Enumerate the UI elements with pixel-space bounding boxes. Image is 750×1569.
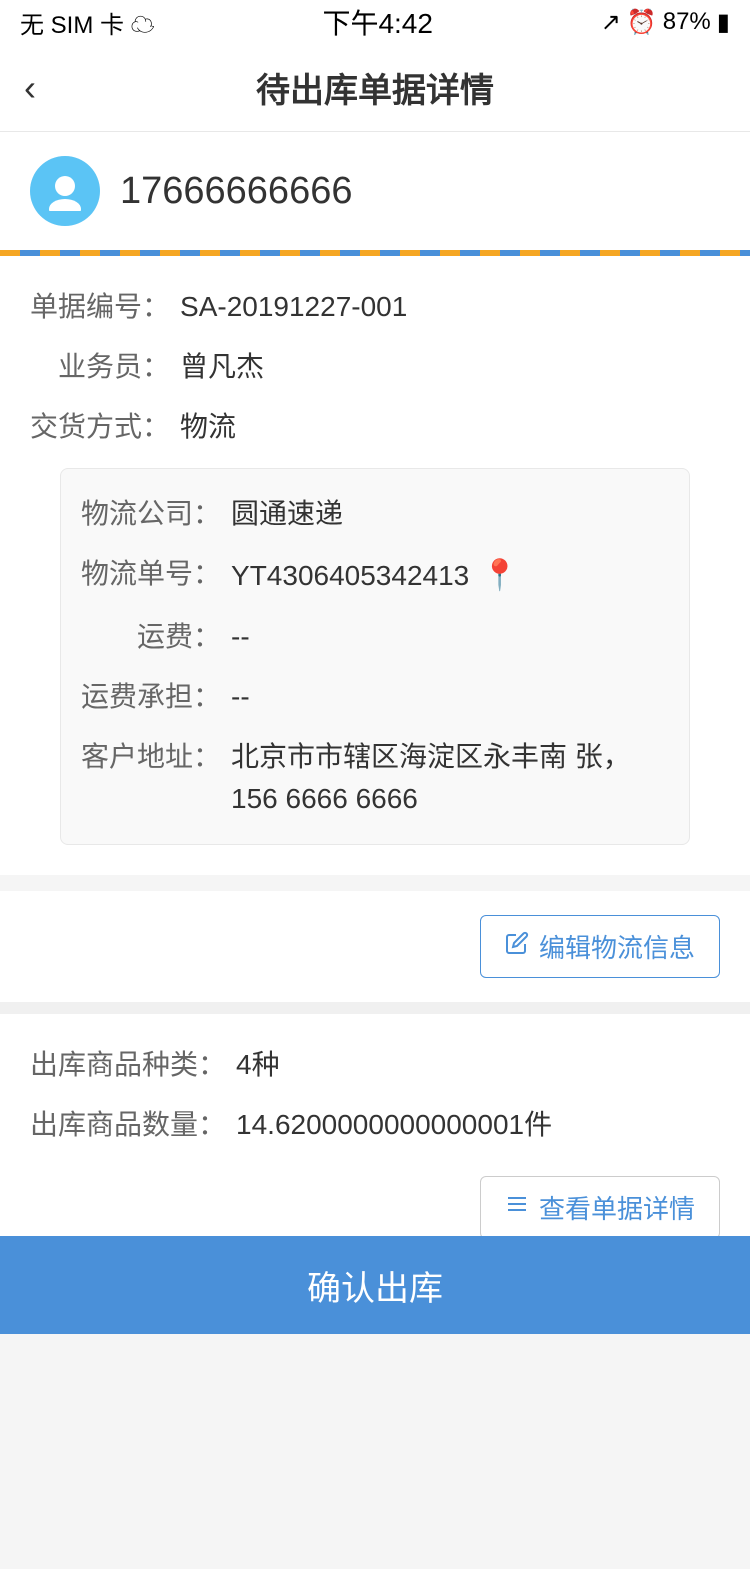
confirm-bar[interactable]: 确认出库 — [0, 1236, 750, 1334]
back-button[interactable]: ‹ — [24, 67, 36, 109]
goods-quantity-row: 出库商品数量： 14.62000000000000​01件 — [30, 1104, 720, 1146]
goods-quantity-label: 出库商品数量： — [30, 1104, 226, 1146]
user-phone: 17666666666 — [120, 170, 352, 213]
avatar-icon — [45, 171, 85, 211]
order-no-value: SA-20191227-001 — [180, 286, 720, 328]
edit-icon — [505, 931, 529, 962]
goods-type-value: 4种 — [236, 1044, 720, 1086]
order-no-label: 单据编号： — [30, 286, 170, 328]
goods-type-label: 出库商品种类： — [30, 1044, 226, 1086]
order-no-row: 单据编号： SA-20191227-001 — [30, 286, 720, 328]
logistics-card: 物流公司： 圆通速递 物流单号： YT43064053424​13 📍 运费： … — [60, 468, 690, 845]
avatar — [30, 156, 100, 226]
order-info-section: 单据编号： SA-20191227-001 业务员： 曾凡杰 交货方式： 物流 … — [0, 256, 750, 875]
view-details-label: 查看单据详情 — [539, 1189, 695, 1226]
salesman-value: 曾凡杰 — [180, 346, 720, 388]
freight-value: -- — [231, 616, 669, 658]
freight-label: 运费： — [81, 616, 221, 658]
freight-bear-label: 运费承担： — [81, 676, 221, 718]
delivery-row: 交货方式： 物流 — [30, 406, 720, 448]
user-header: 17666666666 — [0, 132, 750, 250]
delivery-label: 交货方式： — [30, 406, 170, 448]
edit-logistics-area: 编辑物流信息 — [0, 891, 750, 1002]
view-details-button[interactable]: 查看单据详情 — [480, 1176, 720, 1239]
list-icon — [505, 1192, 529, 1223]
tracking-no-value: YT43064053424​13 📍 — [231, 553, 669, 598]
address-row: 客户地址： 北京市市辖区海淀区永丰南 张，156 6666 6666 — [81, 736, 669, 820]
goods-quantity-value: 14.62000000000000​01件 — [236, 1104, 720, 1146]
freight-row: 运费： -- — [81, 616, 669, 658]
freight-bear-row: 运费承担： -- — [81, 676, 669, 718]
status-right: ↗ ⏰ 87% ▮ — [601, 8, 730, 37]
status-time: 下午4:42 — [322, 2, 433, 42]
battery-icon: ▮ — [717, 8, 730, 37]
address-value: 北京市市辖区海淀区永丰南 张，156 6666 6666 — [231, 736, 669, 820]
alarm-icon: ⏰ — [627, 8, 657, 37]
freight-bear-value: -- — [231, 676, 669, 718]
tracking-no-row: 物流单号： YT43064053424​13 📍 — [81, 553, 669, 598]
goods-section: 出库商品种类： 4种 出库商品数量： 14.62000000000000​01件 — [0, 1014, 750, 1166]
page-title: 待出库单据详情 — [256, 63, 494, 112]
tracking-no-label: 物流单号： — [81, 553, 221, 595]
edit-logistics-label: 编辑物流信息 — [539, 928, 695, 965]
address-label: 客户地址： — [81, 736, 221, 778]
status-left: 无 SIM 卡 ☁ — [20, 5, 155, 40]
status-bar: 无 SIM 卡 ☁ 下午4:42 ↗ ⏰ 87% ▮ — [0, 0, 750, 44]
confirm-button-label: 确认出库 — [307, 1261, 443, 1310]
logistics-company-row: 物流公司： 圆通速递 — [81, 493, 669, 535]
location-status-icon: ↗ — [601, 8, 621, 37]
logistics-company-label: 物流公司： — [81, 493, 221, 535]
section-divider — [0, 1002, 750, 1014]
delivery-value: 物流 — [180, 406, 720, 448]
edit-logistics-button[interactable]: 编辑物流信息 — [480, 915, 720, 978]
location-pin-icon[interactable]: 📍 — [481, 553, 518, 598]
battery-level: 87% — [663, 8, 711, 36]
salesman-row: 业务员： 曾凡杰 — [30, 346, 720, 388]
logistics-company-value: 圆通速递 — [231, 493, 669, 535]
nav-bar: ‹ 待出库单据详情 — [0, 44, 750, 132]
sim-status: 无 SIM 卡 ☁ — [20, 5, 155, 40]
goods-type-row: 出库商品种类： 4种 — [30, 1044, 720, 1086]
salesman-label: 业务员： — [30, 346, 170, 388]
